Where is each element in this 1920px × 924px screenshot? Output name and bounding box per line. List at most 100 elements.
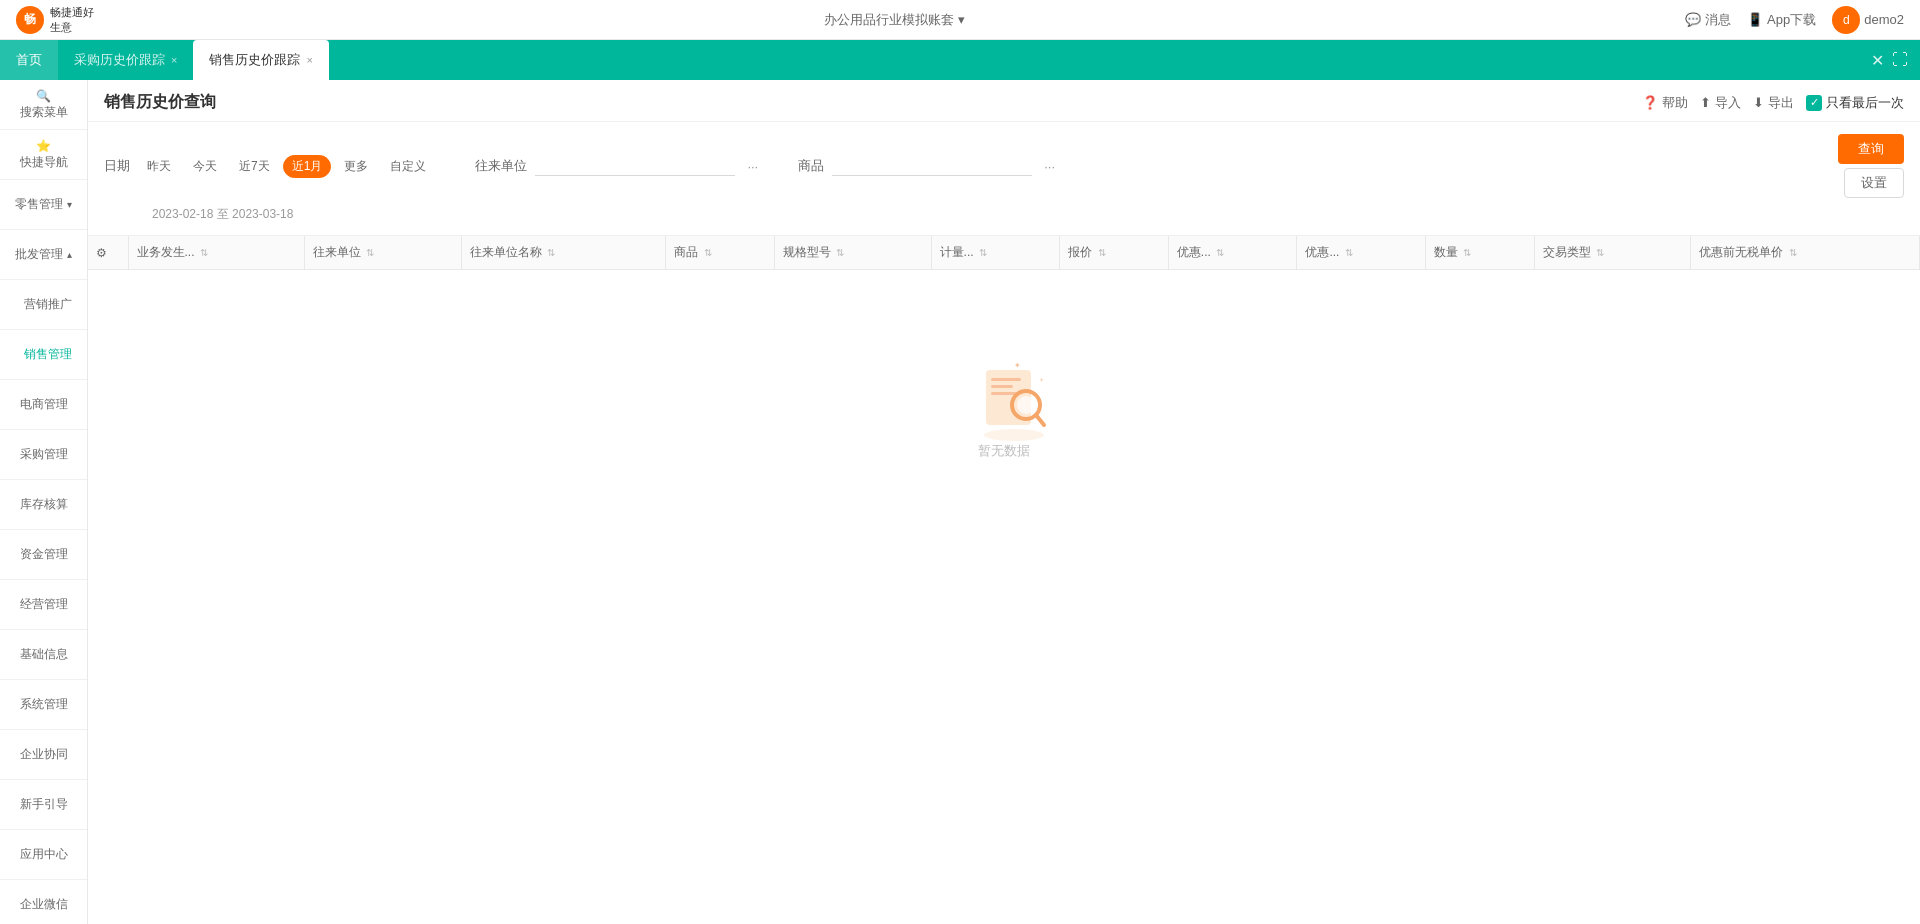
empty-state: ✦ ✦ 暂无数据 — [88, 270, 1920, 540]
table-col-tax-free-price[interactable]: 优惠前无税单价 ⇅ — [1691, 236, 1920, 270]
table-col-spec[interactable]: 规格型号 ⇅ — [774, 236, 931, 270]
table-col-discount2[interactable]: 优惠... ⇅ — [1297, 236, 1426, 270]
search-menu-icon: 🔍 — [36, 89, 51, 103]
sort-icon-trade-type: ⇅ — [1596, 247, 1604, 258]
close-purchase-tab[interactable]: × — [171, 54, 177, 66]
user-action[interactable]: d demo2 — [1832, 6, 1904, 34]
sidebar-item-ecommerce[interactable]: 电商管理 — [0, 380, 87, 430]
sidebar-item-search-menu[interactable]: 🔍 搜索菜单 — [0, 80, 87, 130]
sidebar-item-finance[interactable]: 资金管理 — [0, 530, 87, 580]
sidebar-item-wecom[interactable]: 企业微信 — [0, 880, 87, 924]
main-layout: 🔍 搜索菜单 ⭐ 快捷导航 零售管理 ▾ 批发管理 ▴ 营销推广 销售管理 电商… — [0, 80, 1920, 924]
date-btn-yesterday[interactable]: 昨天 — [138, 155, 180, 178]
date-btn-custom[interactable]: 自定义 — [381, 155, 435, 178]
sidebar-item-label-quick-nav: 快捷导航 — [20, 155, 68, 171]
sidebar-item-quick-nav[interactable]: ⭐ 快捷导航 — [0, 130, 87, 180]
product-filter-label: 商品 — [798, 157, 824, 175]
table-col-qty[interactable]: 数量 ⇅ — [1426, 236, 1535, 270]
settings-button[interactable]: 设置 — [1844, 168, 1904, 198]
table-col-gear[interactable]: ⚙ — [88, 236, 128, 270]
export-label: 导出 — [1768, 94, 1794, 112]
product-filter-item: 商品 ··· — [798, 156, 1055, 176]
logo-text: 畅捷通好生意 — [50, 5, 104, 34]
close-sales-tab[interactable]: × — [306, 54, 312, 66]
tab-home-label: 首页 — [16, 51, 42, 69]
top-bar-left: 畅 畅捷通好生意 — [16, 5, 104, 34]
table-col-unit[interactable]: 计量... ⇅ — [931, 236, 1060, 270]
partner-filter-input[interactable] — [535, 156, 735, 176]
sidebar-item-operations[interactable]: 经营管理 — [0, 580, 87, 630]
svg-text:✦: ✦ — [1014, 361, 1021, 370]
table-header: ⚙ 业务发生... ⇅ 往来单位 ⇅ 往来单位名称 ⇅ 商品 — [88, 236, 1920, 270]
top-bar-right: 💬 消息 📱 App下载 d demo2 — [1685, 6, 1904, 34]
help-action[interactable]: ❓ 帮助 — [1642, 94, 1688, 112]
table-col-discount1[interactable]: 优惠... ⇅ — [1168, 236, 1297, 270]
sidebar-item-sales-mgmt[interactable]: 销售管理 — [0, 330, 87, 380]
sidebar-item-label-collab: 企业协同 — [20, 747, 68, 763]
sidebar-item-base-info[interactable]: 基础信息 — [0, 630, 87, 680]
import-action[interactable]: ⬆ 导入 — [1700, 94, 1741, 112]
product-filter-input[interactable] — [832, 156, 1032, 176]
tab-sales-history[interactable]: 销售历史价跟踪 × — [193, 40, 328, 80]
top-bar: 畅 畅捷通好生意 办公用品行业模拟账套 ▾ 💬 消息 📱 App下载 d dem… — [0, 0, 1920, 40]
sidebar-item-collab[interactable]: 企业协同 — [0, 730, 87, 780]
close-window-btn[interactable]: ✕ — [1871, 51, 1884, 70]
content-area: 销售历史价查询 ❓ 帮助 ⬆ 导入 ⬇ 导出 ✓ — [88, 80, 1920, 924]
sidebar-item-marketing[interactable]: 营销推广 — [0, 280, 87, 330]
query-button[interactable]: 查询 — [1838, 134, 1904, 164]
sort-icon-partner-name: ⇅ — [547, 247, 555, 258]
page-actions: ❓ 帮助 ⬆ 导入 ⬇ 导出 ✓ 只看最后一次 — [1642, 94, 1904, 112]
sidebar-item-label-search-menu: 搜索菜单 — [20, 105, 68, 121]
only-last-checkbox-container[interactable]: ✓ 只看最后一次 — [1806, 94, 1904, 112]
logo-area: 畅 畅捷通好生意 — [16, 5, 104, 34]
svg-rect-4 — [991, 392, 1017, 395]
sidebar-item-inventory[interactable]: 库存核算 — [0, 480, 87, 530]
sidebar-item-app-center[interactable]: 应用中心 — [0, 830, 87, 880]
quick-nav-icon: ⭐ — [36, 139, 51, 153]
page-header: 销售历史价查询 ❓ 帮助 ⬆ 导入 ⬇ 导出 ✓ — [88, 80, 1920, 122]
date-btn-today[interactable]: 今天 — [184, 155, 226, 178]
sort-icon-product: ⇅ — [704, 247, 712, 258]
top-bar-center[interactable]: 办公用品行业模拟账套 ▾ — [824, 11, 965, 29]
product-filter-dots[interactable]: ··· — [1044, 159, 1055, 174]
table-col-product[interactable]: 商品 ⇅ — [666, 236, 775, 270]
partner-filter-label: 往来单位 — [475, 157, 527, 175]
date-range-display: 2023-02-18 至 2023-03-18 — [152, 206, 293, 223]
table-col-trade-type[interactable]: 交易类型 ⇅ — [1534, 236, 1691, 270]
sidebar-item-newbie[interactable]: 新手引导 — [0, 780, 87, 830]
date-btn-1month[interactable]: 近1月 — [283, 155, 332, 178]
table-col-biz-date[interactable]: 业务发生... ⇅ — [128, 236, 305, 270]
help-label: 帮助 — [1662, 94, 1688, 112]
date-btn-more[interactable]: 更多 — [335, 155, 377, 178]
app-download-action[interactable]: 📱 App下载 — [1747, 11, 1816, 29]
sort-icon-qty: ⇅ — [1463, 247, 1471, 258]
message-action[interactable]: 💬 消息 — [1685, 11, 1731, 29]
svg-point-6 — [1017, 396, 1035, 414]
app-download-label: App下载 — [1767, 11, 1816, 29]
table-container: ⚙ 业务发生... ⇅ 往来单位 ⇅ 往来单位名称 ⇅ 商品 — [88, 236, 1920, 924]
sidebar-item-label-sales-mgmt: 销售管理 — [24, 347, 72, 363]
fullscreen-btn[interactable]: ⛶ — [1892, 51, 1908, 69]
table-col-partner-name[interactable]: 往来单位名称 ⇅ — [461, 236, 666, 270]
svg-point-0 — [984, 429, 1044, 441]
date-btn-7days[interactable]: 近7天 — [230, 155, 279, 178]
only-last-checkbox[interactable]: ✓ — [1806, 95, 1822, 111]
tab-home[interactable]: 首页 — [0, 40, 58, 80]
sidebar-item-system[interactable]: 系统管理 — [0, 680, 87, 730]
sidebar-item-retail-mgmt[interactable]: 零售管理 ▾ — [0, 180, 87, 230]
sidebar-item-label-retail-mgmt: 零售管理 — [15, 197, 63, 213]
table-col-partner-id[interactable]: 往来单位 ⇅ — [305, 236, 462, 270]
sidebar: 🔍 搜索菜单 ⭐ 快捷导航 零售管理 ▾ 批发管理 ▴ 营销推广 销售管理 电商… — [0, 80, 88, 924]
date-filter-item: 日期 昨天 今天 近7天 近1月 更多 自定义 — [104, 155, 435, 178]
tab-bar: 首页 采购历史价跟踪 × 销售历史价跟踪 × ✕ ⛶ — [0, 40, 1920, 80]
sidebar-item-purchase[interactable]: 采购管理 — [0, 430, 87, 480]
partner-filter-dots[interactable]: ··· — [747, 159, 758, 174]
export-action[interactable]: ⬇ 导出 — [1753, 94, 1794, 112]
logo-icon: 畅 — [16, 6, 44, 34]
industry-selector[interactable]: 办公用品行业模拟账套 ▾ — [824, 11, 965, 29]
partner-filter-item: 往来单位 ··· — [475, 156, 758, 176]
sidebar-item-label-wecom: 企业微信 — [20, 897, 68, 913]
table-col-quote[interactable]: 报价 ⇅ — [1060, 236, 1169, 270]
sidebar-item-wholesale-mgmt[interactable]: 批发管理 ▴ — [0, 230, 87, 280]
tab-purchase-history[interactable]: 采购历史价跟踪 × — [58, 40, 193, 80]
